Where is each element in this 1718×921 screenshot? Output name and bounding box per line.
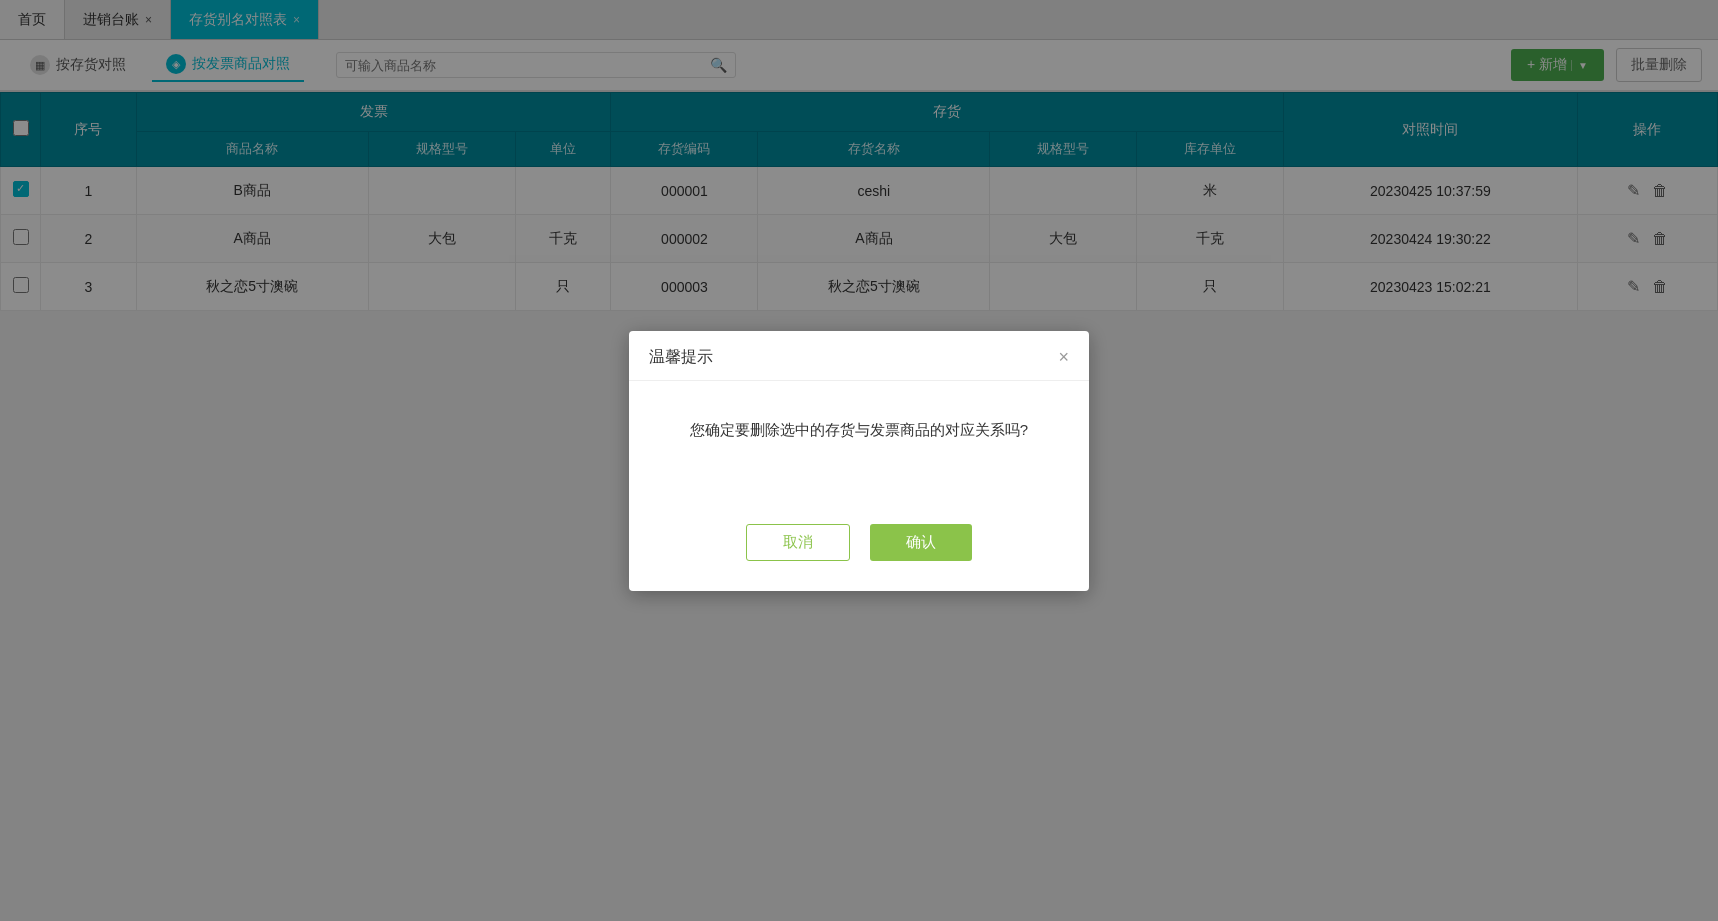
modal-overlay: 温馨提示 × 您确定要删除选中的存货与发票商品的对应关系吗? 取消 确认 (0, 0, 1718, 311)
